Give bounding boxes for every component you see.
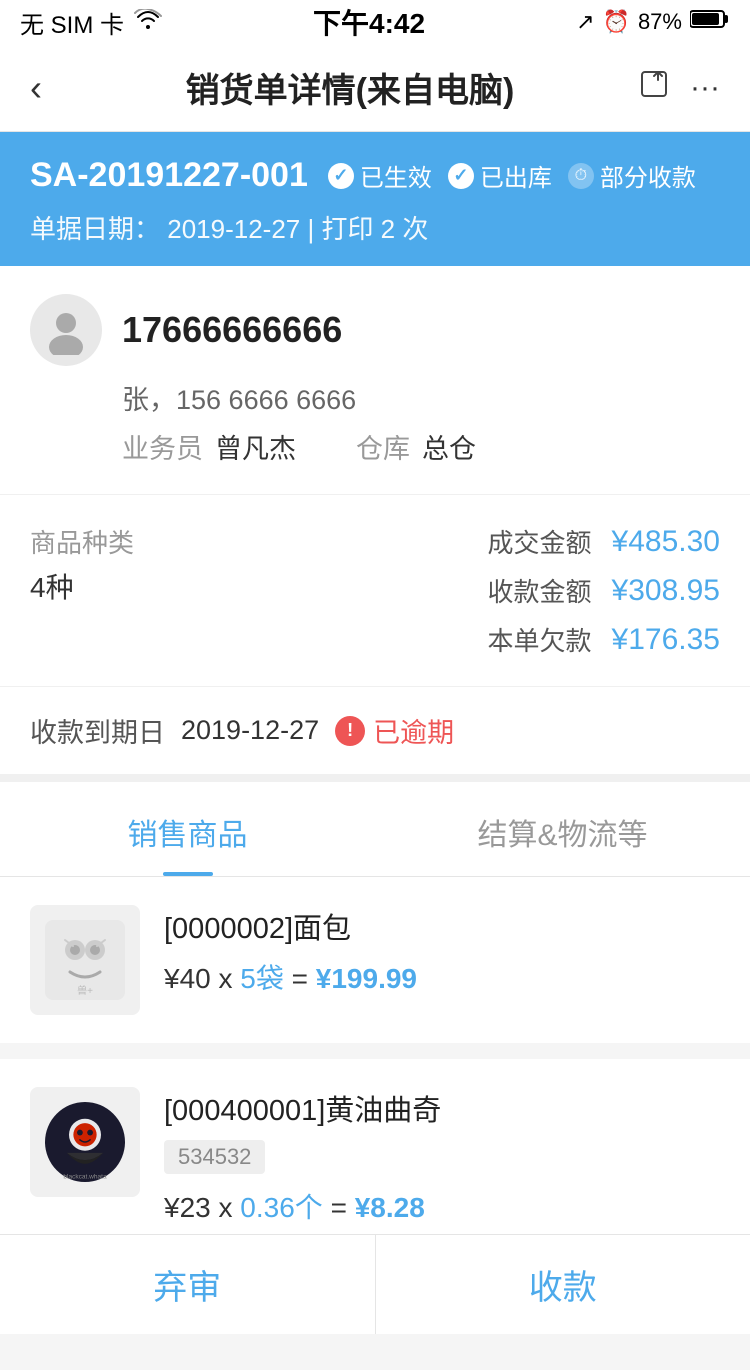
location-icon: ↗ xyxy=(576,9,594,35)
more-button[interactable]: ··· xyxy=(690,71,720,105)
customer-id: 17666666666 xyxy=(122,309,342,351)
badge-shipped: 已出库 xyxy=(448,158,552,193)
received-amount-label: 收款金额 xyxy=(488,572,592,609)
alarm-icon: ⏰ xyxy=(603,9,630,35)
svg-text:兽+: 兽+ xyxy=(77,984,93,997)
cancel-audit-button[interactable]: 弃审 xyxy=(0,1235,376,1334)
status-bar: 无 SIM 卡 下午4:42 ↗ ⏰ 87% xyxy=(0,0,750,44)
due-amount-row: 本单欠款 ¥176.35 xyxy=(488,621,720,658)
overdue-badge: ! 已逾期 xyxy=(335,711,454,750)
product-info-1: [0000002]面包 ¥40 x 5袋 = ¥199.99 xyxy=(164,905,720,997)
deal-amount-row: 成交金额 ¥485.30 xyxy=(488,523,720,560)
sales-person: 业务员 曾凡杰 xyxy=(122,427,296,466)
tab-settlement[interactable]: 结算&物流等 xyxy=(375,782,750,876)
sim-status: 无 SIM 卡 xyxy=(20,5,124,40)
share-button[interactable] xyxy=(638,68,670,108)
product-price-2: ¥23 x 0.36个 = ¥8.28 xyxy=(164,1186,720,1226)
due-date-section: 收款到期日 2019-12-27 ! 已逾期 xyxy=(0,687,750,782)
bottom-bar: 弃审 收款 xyxy=(0,1234,750,1334)
summary-section: 商品种类 4种 成交金额 ¥485.30 收款金额 ¥308.95 本单欠款 ¥… xyxy=(0,495,750,687)
svg-text:blackcat.whata: blackcat.whata xyxy=(63,1173,107,1180)
deal-amount-label: 成交金额 xyxy=(488,523,592,560)
page-title: 销货单详情(来自电脑) xyxy=(62,63,638,112)
nav-bar: ‹ 销货单详情(来自电脑) ··· xyxy=(0,44,750,132)
warehouse: 仓库 总仓 xyxy=(356,427,476,466)
tab-products[interactable]: 销售商品 xyxy=(0,782,375,876)
product-info-2: [000400001]黄油曲奇 534532 ¥23 x 0.36个 = ¥8.… xyxy=(164,1087,720,1226)
product-item-2: blackcat.whata [000400001]黄油曲奇 534532 ¥2… xyxy=(0,1059,750,1254)
customer-meta: 业务员 曾凡杰 仓库 总仓 xyxy=(122,427,720,466)
battery-icon xyxy=(690,9,730,35)
overdue-icon: ! xyxy=(335,716,365,746)
order-date-row: 单据日期： 2019-12-27 | 打印 2 次 xyxy=(30,209,720,246)
due-amount-label: 本单欠款 xyxy=(488,621,592,658)
status-bar-left: 无 SIM 卡 xyxy=(20,5,162,40)
customer-section: 17666666666 张，156 6666 6666 业务员 曾凡杰 仓库 总… xyxy=(0,266,750,495)
order-header: SA-20191227-001 已生效 已出库 ⏱ 部分收款 单据日期： 201… xyxy=(0,132,750,266)
due-amount-value: ¥176.35 xyxy=(612,623,720,657)
summary-left: 商品种类 4种 xyxy=(30,523,134,606)
due-date-value: 2019-12-27 xyxy=(181,715,319,746)
status-bar-right: ↗ ⏰ 87% xyxy=(576,9,730,35)
badge-partial-payment: ⏱ 部分收款 xyxy=(568,158,696,193)
due-date-label: 收款到期日 xyxy=(30,711,165,750)
order-badges: 已生效 已出库 ⏱ 部分收款 xyxy=(328,158,696,193)
product-price-1: ¥40 x 5袋 = ¥199.99 xyxy=(164,957,720,997)
avatar xyxy=(30,294,102,366)
customer-row: 17666666666 xyxy=(30,294,720,366)
product-thumb-2: blackcat.whata xyxy=(30,1087,140,1197)
product-list: 兽+ [0000002]面包 ¥40 x 5袋 = ¥199.99 xyxy=(0,877,750,1254)
wifi-icon xyxy=(134,8,162,36)
product-name-1: [0000002]面包 xyxy=(164,905,720,947)
clock-icon: ⏱ xyxy=(568,163,594,189)
status-bar-time: 下午4:42 xyxy=(313,2,425,42)
received-amount-row: 收款金额 ¥308.95 xyxy=(488,572,720,609)
product-name-2: [000400001]黄油曲奇 xyxy=(164,1087,720,1129)
back-button[interactable]: ‹ xyxy=(30,67,42,109)
product-tag-2: 534532 xyxy=(164,1140,265,1174)
product-type-value: 4种 xyxy=(30,566,134,606)
product-type-label: 商品种类 xyxy=(30,523,134,560)
battery-level: 87% xyxy=(638,9,682,35)
received-amount-value: ¥308.95 xyxy=(612,574,720,608)
product-item-1: 兽+ [0000002]面包 ¥40 x 5袋 = ¥199.99 xyxy=(0,877,750,1043)
badge-effected: 已生效 xyxy=(328,158,432,193)
order-id: SA-20191227-001 xyxy=(30,156,308,195)
deal-amount-value: ¥485.30 xyxy=(612,525,720,559)
product-thumb-1: 兽+ xyxy=(30,905,140,1015)
check-icon-2 xyxy=(448,163,474,189)
summary-right: 成交金额 ¥485.30 收款金额 ¥308.95 本单欠款 ¥176.35 xyxy=(488,523,720,658)
nav-actions: ··· xyxy=(638,68,720,108)
check-icon-1 xyxy=(328,163,354,189)
tabs: 销售商品 结算&物流等 xyxy=(0,782,750,877)
collect-payment-button[interactable]: 收款 xyxy=(376,1235,750,1334)
customer-contact: 张，156 6666 6666 xyxy=(122,378,720,417)
overdue-text: 已逾期 xyxy=(373,711,454,750)
